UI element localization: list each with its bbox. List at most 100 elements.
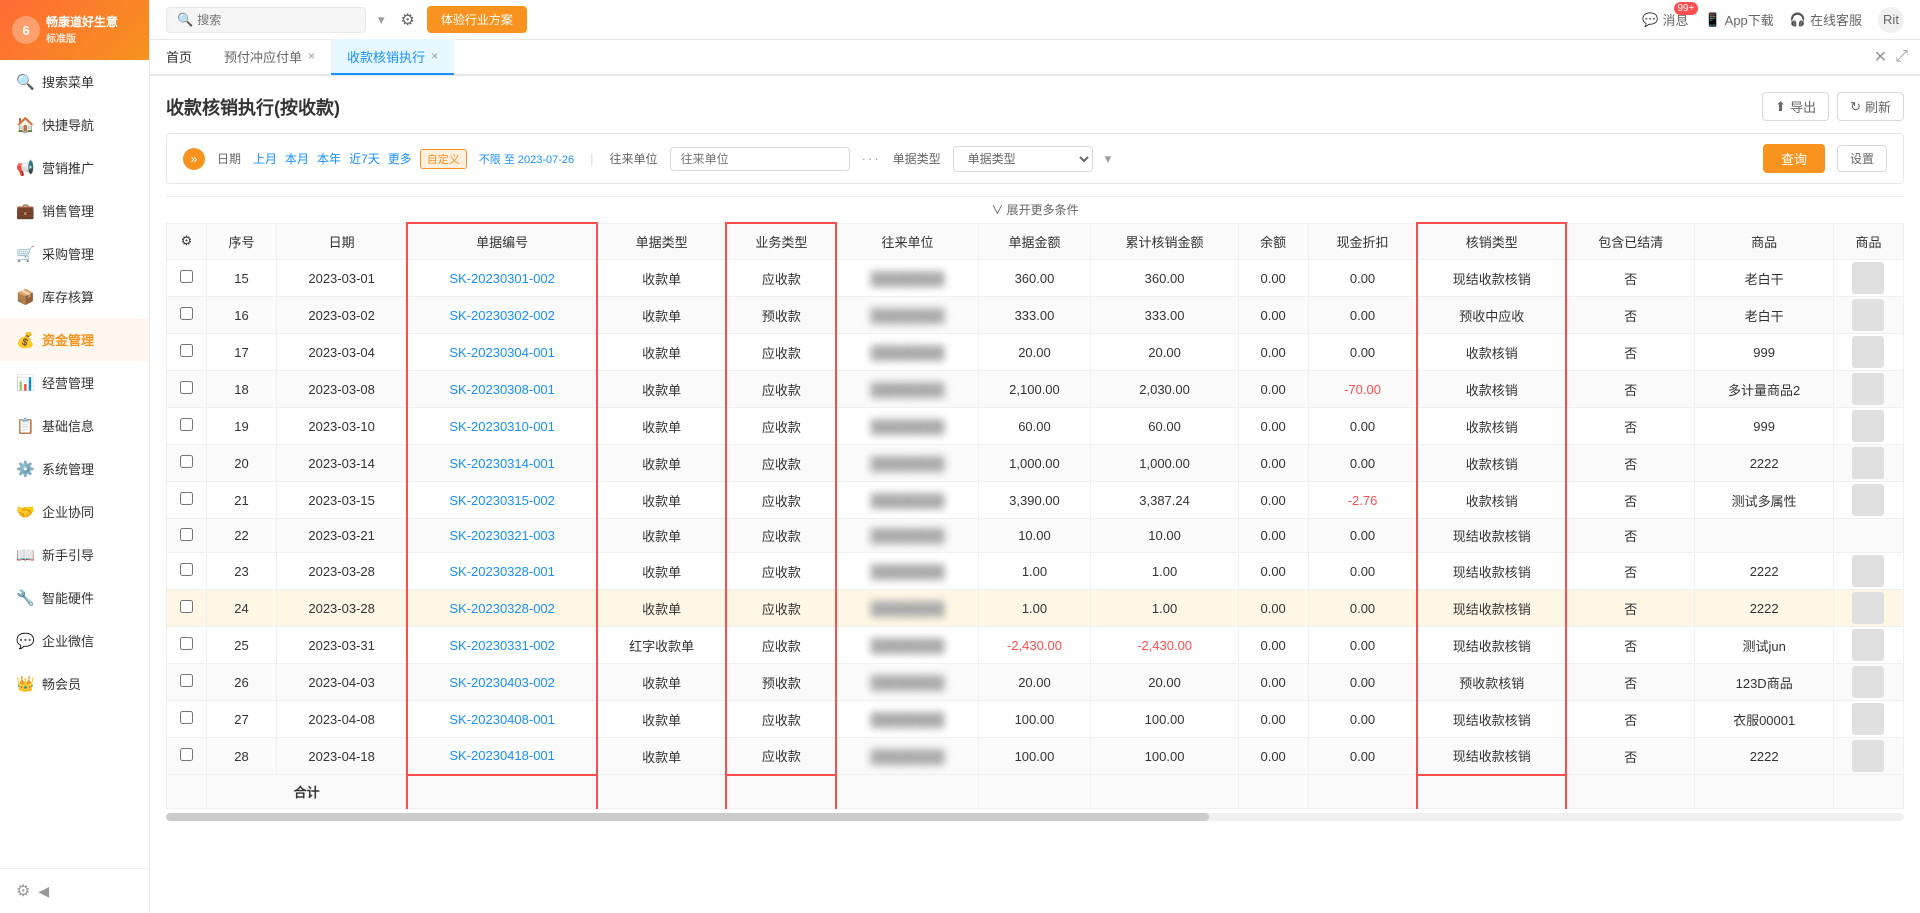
sidebar-item-search[interactable]: 🔍 搜索菜单	[0, 60, 149, 103]
sidebar-item-member[interactable]: 👑 畅会员	[0, 662, 149, 705]
settings-gear-icon[interactable]: ⚙	[16, 881, 30, 901]
refresh-button[interactable]: ↻ 刷新	[1837, 92, 1904, 121]
sidebar-item-sales[interactable]: 💼 销售管理	[0, 189, 149, 232]
messages-button[interactable]: 💬 消息 99+	[1642, 10, 1688, 29]
sidebar-item-quicknav[interactable]: 🏠 快捷导航	[0, 103, 149, 146]
doc-no-link[interactable]: SK-20230403-002	[449, 675, 555, 690]
row-checkbox[interactable]	[167, 627, 207, 664]
row-checkbox[interactable]	[167, 260, 207, 297]
tab-expand-icon[interactable]: ⤢	[1895, 48, 1908, 66]
row-balance: 0.00	[1238, 738, 1308, 775]
row-biz-type: 应收款	[726, 519, 836, 553]
row-include-settled: 否	[1566, 627, 1695, 664]
row-checkbox[interactable]	[167, 445, 207, 482]
filter-settings-button[interactable]: 设置	[1837, 145, 1887, 172]
row-cash-discount: 0.00	[1308, 445, 1417, 482]
sidebar-item-basic[interactable]: 📋 基础信息	[0, 404, 149, 447]
tab-receipt-cancel[interactable]: 收款核销执行 ×	[331, 39, 454, 75]
row-checkbox[interactable]	[167, 590, 207, 627]
row-checkbox[interactable]	[167, 553, 207, 590]
row-product: 测试jun	[1695, 627, 1834, 664]
search-input[interactable]	[197, 13, 355, 27]
trading-unit-input[interactable]	[670, 147, 850, 171]
th-gear[interactable]: ⚙	[167, 223, 207, 260]
topbar: 🔍 ▾ ⚙ 体验行业方案 💬 消息 99+ 📱 App下载 🎧 在线客服 Rit	[150, 0, 1920, 40]
query-button[interactable]: 查询	[1763, 144, 1825, 173]
sidebar-item-wechat[interactable]: 💬 企业微信	[0, 619, 149, 662]
row-checkbox[interactable]	[167, 334, 207, 371]
summary-cash-discount	[1308, 775, 1417, 809]
topbar-gear-icon[interactable]: ⚙	[401, 10, 415, 30]
doc-no-link[interactable]: SK-20230408-001	[449, 712, 555, 727]
doc-no-link[interactable]: SK-20230301-002	[449, 271, 555, 286]
horizontal-scrollbar[interactable]	[166, 813, 1904, 821]
row-checkbox[interactable]	[167, 482, 207, 519]
logo-subtitle: 标准版	[46, 30, 118, 45]
bill-type-select[interactable]: 单据类型	[953, 146, 1093, 172]
row-cancel-amount: 100.00	[1091, 738, 1238, 775]
row-checkbox[interactable]	[167, 701, 207, 738]
date-this-year[interactable]: 本年	[317, 150, 341, 167]
doc-no-link[interactable]: SK-20230315-002	[449, 493, 555, 508]
sidebar-item-finance[interactable]: 💰 资金管理	[0, 318, 149, 361]
row-amount: -2,430.00	[978, 627, 1091, 664]
tab-receipt-close-icon[interactable]: ×	[431, 49, 438, 63]
row-cancel-type: 收款核销	[1417, 371, 1566, 408]
sidebar-item-inventory[interactable]: 📦 库存核算	[0, 275, 149, 318]
row-checkbox[interactable]	[167, 297, 207, 334]
industry-solution-button[interactable]: 体验行业方案	[427, 6, 527, 33]
doc-no-link[interactable]: SK-20230328-001	[449, 564, 555, 579]
tab-prepay-list[interactable]: 预付冲应付单 ×	[208, 39, 331, 75]
sidebar-item-operation[interactable]: 📊 经营管理	[0, 361, 149, 404]
sidebar-item-guide[interactable]: 📖 新手引导	[0, 533, 149, 576]
doc-no-link[interactable]: SK-20230302-002	[449, 308, 555, 323]
app-download-link[interactable]: 📱 App下载	[1704, 10, 1773, 29]
row-checkbox[interactable]	[167, 408, 207, 445]
doc-no-link[interactable]: SK-20230418-001	[449, 748, 555, 763]
tab-prepay-close-icon[interactable]: ×	[308, 49, 315, 63]
row-amount: 360.00	[978, 260, 1091, 297]
row-checkbox[interactable]	[167, 664, 207, 701]
sidebar-item-system[interactable]: ⚙️ 系统管理	[0, 447, 149, 490]
date-this-month[interactable]: 本月	[285, 150, 309, 167]
sidebar-item-purchase[interactable]: 🛒 采购管理	[0, 232, 149, 275]
row-balance: 0.00	[1238, 260, 1308, 297]
topbar-search-box[interactable]: 🔍	[166, 7, 366, 33]
filter-expand-button[interactable]: »	[183, 148, 205, 170]
tab-home[interactable]: 首页	[150, 39, 208, 75]
date-last-month[interactable]: 上月	[253, 150, 277, 167]
handshake-icon: 🤝	[16, 503, 34, 521]
sidebar-item-collab[interactable]: 🤝 企业协同	[0, 490, 149, 533]
sidebar-bottom: ⚙ ◀	[0, 868, 149, 913]
doc-no-link[interactable]: SK-20230310-001	[449, 419, 555, 434]
doc-no-link[interactable]: SK-20230331-002	[449, 638, 555, 653]
doc-no-link[interactable]: SK-20230308-001	[449, 382, 555, 397]
row-doc-no: SK-20230308-001	[407, 371, 597, 408]
row-checkbox[interactable]	[167, 371, 207, 408]
row-checkbox[interactable]	[167, 738, 207, 775]
doc-no-link[interactable]: SK-20230328-002	[449, 601, 555, 616]
table-row: 28 2023-04-18 SK-20230418-001 收款单 应收款 ██…	[167, 738, 1904, 775]
user-profile[interactable]: Rit	[1878, 7, 1904, 33]
expand-more-conditions[interactable]: ∨ 展开更多条件	[166, 196, 1904, 222]
collapse-icon[interactable]: ◀	[38, 883, 49, 900]
row-date: 2023-03-21	[276, 519, 407, 553]
th-seq: 序号	[207, 223, 277, 260]
row-checkbox[interactable]	[167, 519, 207, 553]
tab-close-all-icon[interactable]: ✕	[1874, 47, 1887, 67]
online-support-link[interactable]: 🎧 在线客服	[1790, 10, 1862, 29]
sidebar-item-hardware[interactable]: 🔧 智能硬件	[0, 576, 149, 619]
date-filter-label: 日期	[217, 150, 241, 167]
date-custom-badge[interactable]: 自定义	[420, 149, 467, 169]
doc-no-link[interactable]: SK-20230321-003	[449, 528, 555, 543]
sidebar-item-marketing[interactable]: 📢 营销推广	[0, 146, 149, 189]
doc-no-link[interactable]: SK-20230314-001	[449, 456, 555, 471]
date-more[interactable]: 更多	[388, 150, 412, 167]
export-button[interactable]: ⬆ 导出	[1762, 92, 1829, 121]
date-last-7days[interactable]: 近7天	[349, 150, 380, 167]
table-row: 21 2023-03-15 SK-20230315-002 收款单 应收款 ██…	[167, 482, 1904, 519]
row-biz-type: 应收款	[726, 627, 836, 664]
doc-no-link[interactable]: SK-20230304-001	[449, 345, 555, 360]
row-product: 999	[1695, 334, 1834, 371]
row-balance: 0.00	[1238, 297, 1308, 334]
